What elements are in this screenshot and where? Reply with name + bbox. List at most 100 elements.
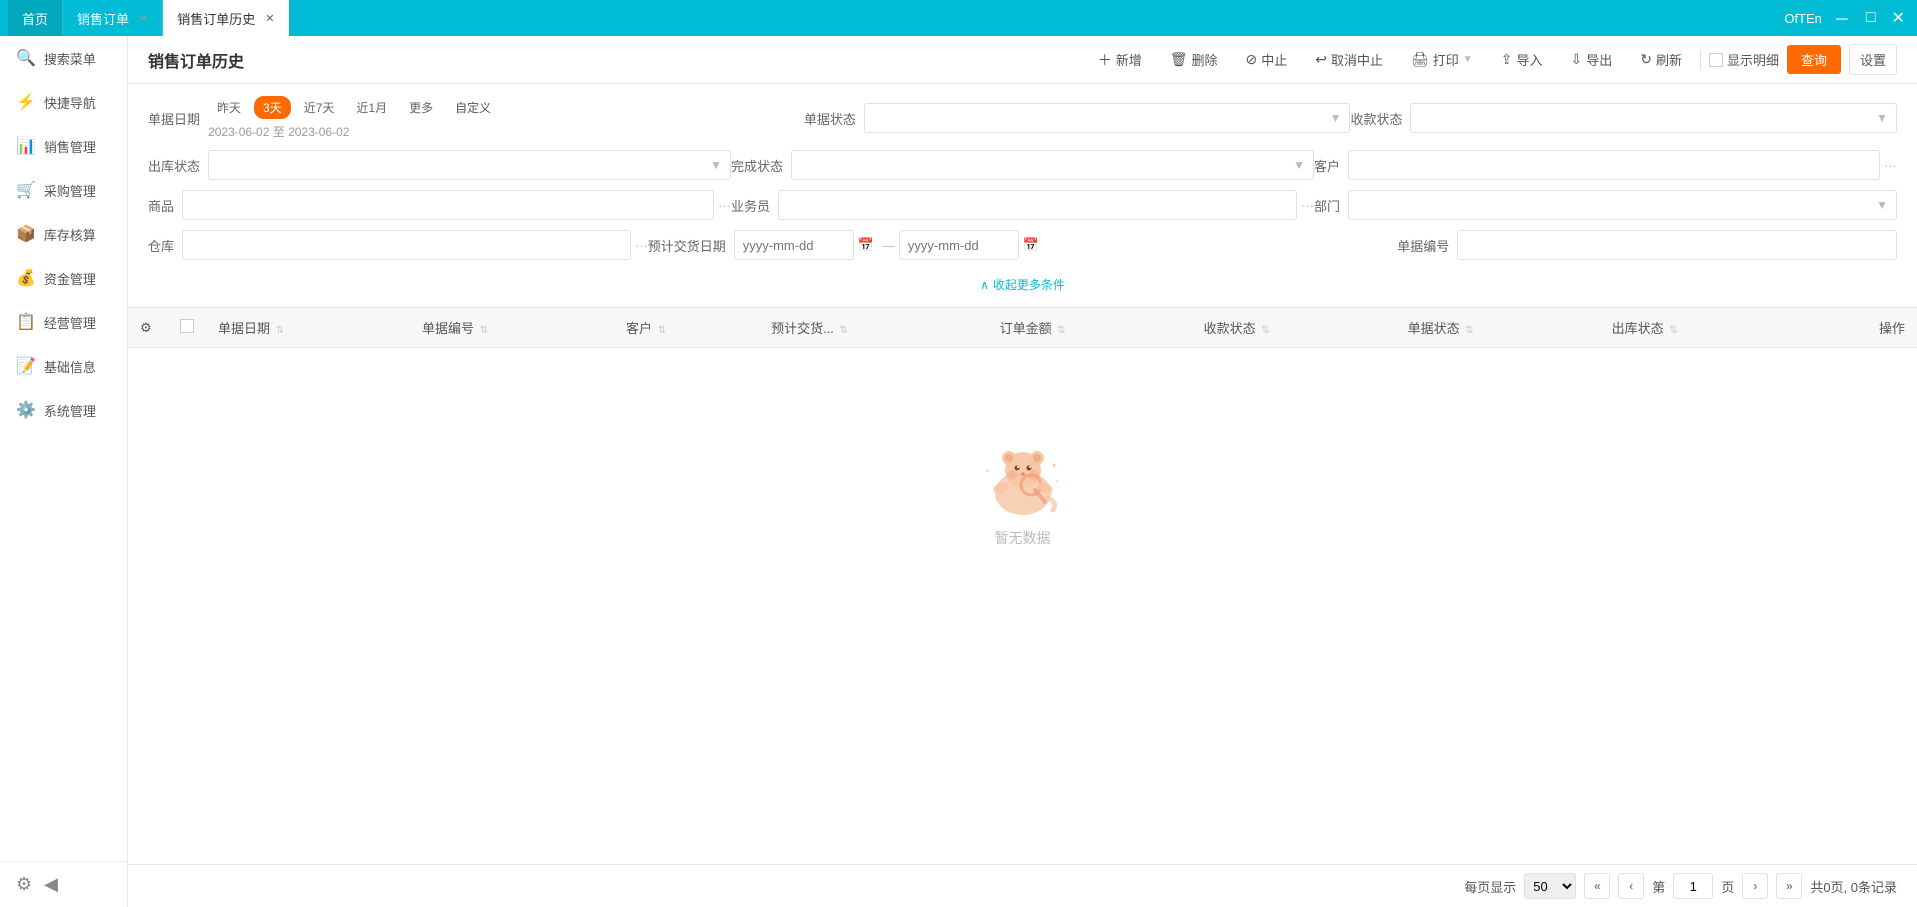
maximize-icon[interactable]: □: [1862, 5, 1880, 31]
show-detail-toggle[interactable]: 显示明细: [1709, 50, 1779, 69]
page-number-input[interactable]: [1673, 873, 1713, 899]
th-expected-delivery[interactable]: 预计交货... ⇅: [759, 308, 988, 348]
import-button[interactable]: ⇪ 导入: [1491, 45, 1553, 74]
new-button[interactable]: ＋ 新增: [1088, 45, 1152, 75]
sidebar-item-quick-nav[interactable]: ⚡ 快捷导航: [0, 80, 127, 124]
sidebar-item-purchase-mgmt[interactable]: 🛒 采购管理: [0, 168, 127, 212]
sidebar-item-search-menu[interactable]: 🔍 搜索菜单: [0, 36, 127, 80]
page-header: 销售订单历史 ＋ 新增 🗑 删除 ⊘ 中止 ↩ 取消中止: [128, 36, 1917, 84]
warehouse-input[interactable]: [182, 230, 631, 260]
delete-button[interactable]: 🗑 删除: [1160, 45, 1228, 74]
date-chip-7days[interactable]: 近7天: [295, 96, 344, 119]
first-page-button[interactable]: «: [1584, 873, 1610, 899]
sidebar-item-inventory[interactable]: 📦 库存核算: [0, 212, 127, 256]
order-number-input[interactable]: [1457, 230, 1897, 260]
customer-dots[interactable]: ···: [1884, 158, 1897, 173]
date-chip-custom[interactable]: 自定义: [446, 96, 500, 119]
print-button[interactable]: 🖨 打印 ▼: [1401, 45, 1483, 74]
customer-input[interactable]: [1348, 150, 1880, 180]
sidebar-settings-icon[interactable]: ⚙: [16, 874, 32, 895]
minimize-icon[interactable]: －: [1830, 2, 1854, 34]
sidebar-bottom: ⚙ ◀: [0, 861, 127, 907]
salesperson-input[interactable]: [778, 190, 1297, 220]
outbound-status-select[interactable]: ▼: [208, 150, 731, 180]
stop-button[interactable]: ⊘ 中止: [1236, 45, 1298, 74]
settings-gear-icon[interactable]: ⚙: [140, 320, 152, 335]
expected-delivery-end-input[interactable]: [899, 230, 1019, 260]
date-chip-1month[interactable]: 近1月: [347, 96, 396, 119]
date-range-display: 2023-06-02 至 2023-06-02: [208, 123, 500, 140]
tab-sales-order-close[interactable]: ✕: [139, 12, 148, 25]
salesperson-dots[interactable]: ···: [1301, 198, 1314, 213]
query-button[interactable]: 查询: [1787, 45, 1841, 74]
header-checkbox[interactable]: [180, 319, 194, 333]
product-input[interactable]: [182, 190, 714, 220]
collapse-bar[interactable]: ∧ 收起更多条件: [148, 270, 1897, 295]
outbound-status-label: 出库状态: [148, 156, 200, 175]
th-actions: 操作: [1804, 308, 1917, 348]
th-date[interactable]: 单据日期 ⇅: [206, 308, 410, 348]
quick-nav-icon: ⚡: [16, 92, 36, 112]
content-area: 销售订单历史 ＋ 新增 🗑 删除 ⊘ 中止 ↩ 取消中止: [128, 36, 1917, 907]
department-field: 部门 ▼: [1314, 190, 1897, 220]
date-chip-3days[interactable]: 3天: [254, 96, 291, 119]
order-status-select[interactable]: ▼: [864, 103, 1351, 133]
window-close-icon[interactable]: ✕: [1888, 4, 1909, 32]
date-label: 单据日期: [148, 109, 200, 128]
filter-row-1: 单据日期 昨天 3天 近7天 近1月 更多 自定义 2023-06-02 至 2…: [148, 96, 1897, 140]
th-order-status[interactable]: 单据状态 ⇅: [1396, 308, 1600, 348]
department-select[interactable]: ▼: [1348, 190, 1897, 220]
completion-status-select[interactable]: ▼: [791, 150, 1314, 180]
date-chip-more[interactable]: 更多: [400, 96, 442, 119]
settings-button[interactable]: 设置: [1849, 44, 1897, 75]
date-chip-today[interactable]: 昨天: [208, 96, 250, 119]
tab-sales-order-history-close[interactable]: ✕: [265, 12, 274, 25]
page-word: 第: [1652, 877, 1665, 896]
product-dots[interactable]: ···: [718, 198, 731, 213]
sales-mgmt-icon: 📊: [16, 136, 36, 156]
operations-icon: 📋: [16, 312, 36, 332]
th-payment-status[interactable]: 收款状态 ⇅: [1192, 308, 1396, 348]
th-outbound-status[interactable]: 出库状态 ⇅: [1600, 308, 1804, 348]
th-amount[interactable]: 订单金额 ⇅: [988, 308, 1192, 348]
table-area: ⚙ 单据日期 ⇅ 单据编号 ⇅: [128, 308, 1917, 864]
export-button[interactable]: ⇩ 导出: [1560, 45, 1622, 74]
data-table: ⚙ 单据日期 ⇅ 单据编号 ⇅: [128, 308, 1917, 628]
th-customer-label: 客户: [626, 321, 652, 336]
per-page-select[interactable]: 10 20 50 100: [1524, 873, 1576, 899]
sidebar-item-sys-mgmt[interactable]: ⚙️ 系统管理: [0, 388, 127, 432]
tab-home[interactable]: 首页: [8, 0, 63, 36]
date-calendar-end-icon[interactable]: 📅: [1023, 237, 1039, 253]
refresh-icon: ↻: [1640, 51, 1652, 68]
th-customer[interactable]: 客户 ⇅: [614, 308, 759, 348]
tab-sales-order-history[interactable]: 销售订单历史 ✕: [163, 0, 289, 36]
payment-status-select[interactable]: ▼: [1410, 103, 1897, 133]
sidebar-collapse-icon[interactable]: ◀: [44, 874, 58, 895]
date-calendar-start-icon[interactable]: 📅: [858, 237, 874, 253]
salesperson-field: 业务员 ···: [731, 190, 1314, 220]
show-detail-checkbox[interactable]: [1709, 53, 1723, 67]
tab-sales-order[interactable]: 销售订单 ✕: [63, 0, 163, 36]
sidebar-item-sales-mgmt[interactable]: 📊 销售管理: [0, 124, 127, 168]
next-page-button[interactable]: ›: [1742, 873, 1768, 899]
show-detail-text: 显示明细: [1727, 50, 1779, 69]
th-settings[interactable]: ⚙: [128, 308, 168, 348]
th-checkbox[interactable]: [168, 308, 206, 348]
sidebar-item-operations[interactable]: 📋 经营管理: [0, 300, 127, 344]
sidebar-item-basic-info[interactable]: 📝 基础信息: [0, 344, 127, 388]
expected-delivery-start-input[interactable]: [734, 230, 854, 260]
date-chips: 昨天 3天 近7天 近1月 更多 自定义: [208, 96, 500, 119]
refresh-button[interactable]: ↻ 刷新: [1630, 45, 1692, 74]
sidebar-item-finance[interactable]: 💰 资金管理: [0, 256, 127, 300]
order-status-arrow-icon: ▼: [1330, 111, 1342, 125]
print-icon: 🖨: [1411, 51, 1429, 68]
last-page-button[interactable]: »: [1776, 873, 1802, 899]
prev-page-button[interactable]: ‹: [1618, 873, 1644, 899]
th-amount-sort-icon: ⇅: [1057, 325, 1065, 336]
tab-sales-order-history-label: 销售订单历史: [177, 9, 255, 28]
table-body: ✦ ✦ ✦ 暂无数据: [128, 348, 1917, 629]
cancel-stop-button[interactable]: ↩ 取消中止: [1305, 45, 1393, 74]
th-number[interactable]: 单据编号 ⇅: [410, 308, 614, 348]
department-label: 部门: [1314, 196, 1340, 215]
warehouse-dots[interactable]: ···: [635, 238, 648, 253]
